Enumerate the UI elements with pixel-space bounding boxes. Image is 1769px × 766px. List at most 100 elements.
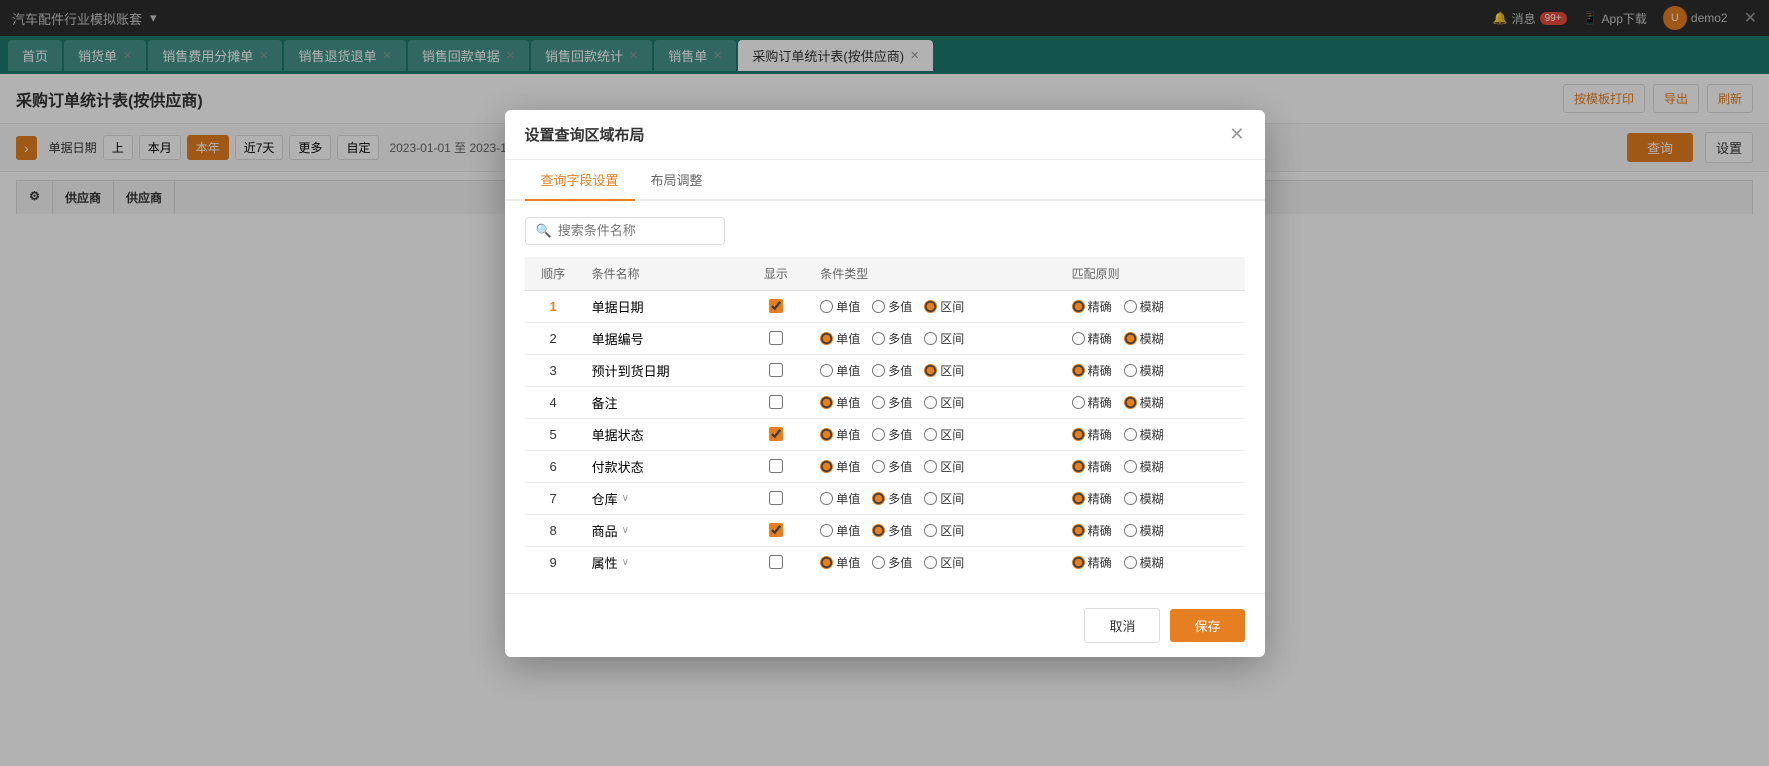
row-match-cell: 精确模糊 [1062,354,1245,386]
row-match-cell: 精确模糊 [1062,418,1245,450]
row-type-单值[interactable]: 单值 [820,522,860,539]
row-match-模糊[interactable]: 模糊 [1124,330,1164,347]
row-type-多值[interactable]: 多值 [872,298,912,315]
row-match-模糊[interactable]: 模糊 [1124,458,1164,475]
row-type-区间[interactable]: 区间 [924,394,964,411]
row-type-多值[interactable]: 多值 [872,458,912,475]
row-type-cell: 单值多值区间 [810,322,1061,354]
row-match-模糊[interactable]: 模糊 [1124,394,1164,411]
row-type-单值[interactable]: 单值 [820,362,860,379]
row-type-多值[interactable]: 多值 [872,554,912,571]
row-type-区间[interactable]: 区间 [924,522,964,539]
search-bar: 🔍 [525,217,725,245]
row-match-模糊[interactable]: 模糊 [1124,554,1164,571]
row-display-cell [742,482,811,514]
row-display-cell [742,418,811,450]
row-type-多值[interactable]: 多值 [872,330,912,347]
row-display-cell [742,514,811,546]
row-display-checkbox[interactable] [769,491,783,505]
row-display-cell [742,290,811,322]
row-match-精确[interactable]: 精确 [1072,426,1112,443]
row-order: 5 [525,418,582,450]
cancel-button[interactable]: 取消 [1084,608,1160,643]
col-order: 顺序 [525,257,582,291]
row-match-精确[interactable]: 精确 [1072,394,1112,411]
tab-field-settings[interactable]: 查询字段设置 [525,160,635,201]
row-type-区间[interactable]: 区间 [924,362,964,379]
tab-layout-adjust[interactable]: 布局调整 [635,160,719,201]
row-display-cell [742,386,811,418]
row-name: 单据日期 [582,290,742,322]
row-match-精确[interactable]: 精确 [1072,458,1112,475]
row-type-单值[interactable]: 单值 [820,554,860,571]
row-type-cell: 单值多值区间 [810,482,1061,514]
col-display: 显示 [742,257,811,291]
row-display-checkbox[interactable] [769,523,783,537]
row-match-模糊[interactable]: 模糊 [1124,298,1164,315]
row-display-checkbox[interactable] [769,363,783,377]
row-type-cell: 单值多值区间 [810,418,1061,450]
row-type-单值[interactable]: 单值 [820,458,860,475]
row-order: 2 [525,322,582,354]
row-match-精确[interactable]: 精确 [1072,490,1112,507]
row-type-多值[interactable]: 多值 [872,362,912,379]
row-type-区间[interactable]: 区间 [924,458,964,475]
save-button[interactable]: 保存 [1170,609,1244,642]
settings-modal: 设置查询区域布局 ✕ 查询字段设置 布局调整 🔍 [505,110,1265,657]
row-type-多值[interactable]: 多值 [872,394,912,411]
row-display-checkbox[interactable] [769,331,783,345]
row-order: 4 [525,386,582,418]
conditions-scroll-area[interactable]: 顺序 条件名称 显示 条件类型 匹配原则 1单据日期单值多值区间精确模糊2单据编… [525,257,1245,577]
search-icon: 🔍 [536,223,552,239]
modal-close-button[interactable]: ✕ [1229,124,1244,145]
row-type-单值[interactable]: 单值 [820,490,860,507]
row-display-cell [742,354,811,386]
row-type-单值[interactable]: 单值 [820,394,860,411]
modal-title: 设置查询区域布局 [525,124,645,145]
row-match-cell: 精确模糊 [1062,290,1245,322]
row-type-单值[interactable]: 单值 [820,298,860,315]
row-match-精确[interactable]: 精确 [1072,522,1112,539]
row-match-模糊[interactable]: 模糊 [1124,426,1164,443]
row-match-模糊[interactable]: 模糊 [1124,362,1164,379]
row-type-区间[interactable]: 区间 [924,330,964,347]
row-type-cell: 单值多值区间 [810,546,1061,577]
row-display-checkbox[interactable] [769,427,783,441]
row-type-区间[interactable]: 区间 [924,490,964,507]
row-type-多值[interactable]: 多值 [872,426,912,443]
col-match: 匹配原则 [1062,257,1245,291]
row-name: 商品 ∨ [582,514,742,546]
row-match-精确[interactable]: 精确 [1072,330,1112,347]
row-display-checkbox[interactable] [769,459,783,473]
row-name: 备注 [582,386,742,418]
row-display-checkbox[interactable] [769,299,783,313]
row-match-精确[interactable]: 精确 [1072,554,1112,571]
conditions-table: 顺序 条件名称 显示 条件类型 匹配原则 1单据日期单值多值区间精确模糊2单据编… [525,257,1245,577]
row-match-精确[interactable]: 精确 [1072,298,1112,315]
row-display-cell [742,322,811,354]
row-order: 9 [525,546,582,577]
row-display-checkbox[interactable] [769,395,783,409]
row-type-cell: 单值多值区间 [810,290,1061,322]
row-type-区间[interactable]: 区间 [924,298,964,315]
row-order: 8 [525,514,582,546]
row-match-模糊[interactable]: 模糊 [1124,490,1164,507]
row-type-单值[interactable]: 单值 [820,426,860,443]
row-match-cell: 精确模糊 [1062,546,1245,577]
row-name: 单据编号 [582,322,742,354]
search-input[interactable] [558,223,698,238]
modal-footer: 取消 保存 [505,593,1265,657]
row-display-checkbox[interactable] [769,555,783,569]
row-type-多值[interactable]: 多值 [872,490,912,507]
row-type-多值[interactable]: 多值 [872,522,912,539]
row-name: 付款状态 [582,450,742,482]
row-match-精确[interactable]: 精确 [1072,362,1112,379]
row-match-模糊[interactable]: 模糊 [1124,522,1164,539]
modal-tabs: 查询字段设置 布局调整 [505,160,1265,201]
row-name: 属性 ∨ [582,546,742,577]
row-type-cell: 单值多值区间 [810,354,1061,386]
row-order: 6 [525,450,582,482]
row-type-区间[interactable]: 区间 [924,554,964,571]
row-type-区间[interactable]: 区间 [924,426,964,443]
row-type-单值[interactable]: 单值 [820,330,860,347]
